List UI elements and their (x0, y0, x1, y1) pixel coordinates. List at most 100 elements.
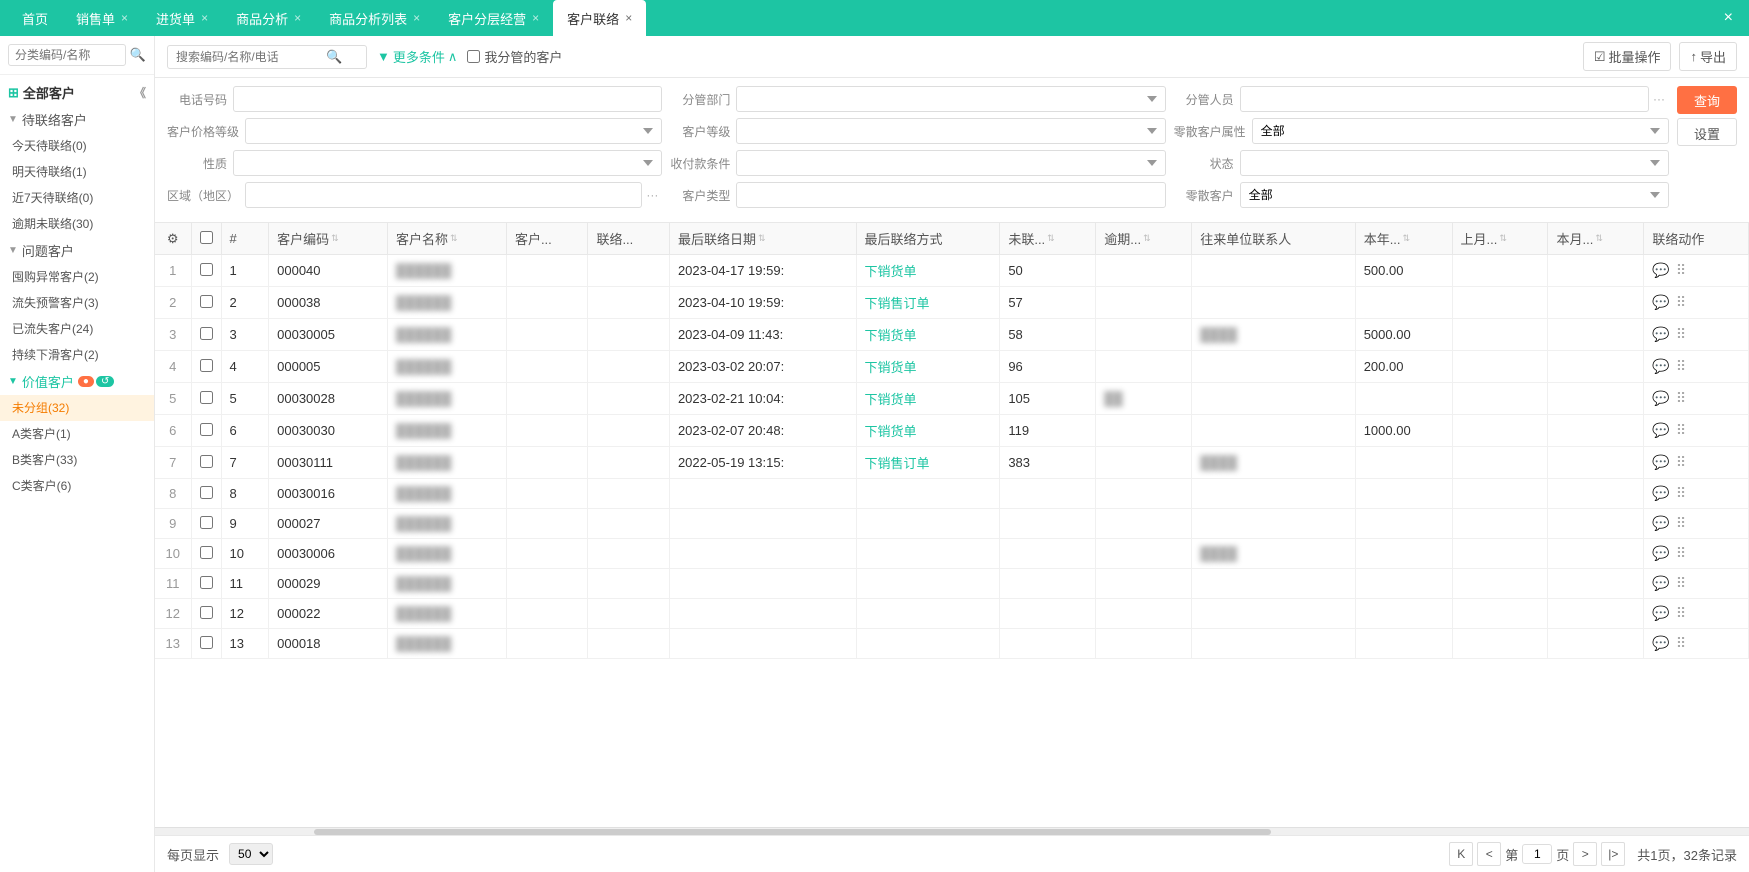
nature-select[interactable] (233, 150, 662, 176)
nav-tab-customer-segment[interactable]: 客户分层经营 × (434, 0, 553, 36)
status-select[interactable] (1240, 150, 1669, 176)
th-last-contact-method[interactable]: 最后联络方式 (856, 223, 1000, 255)
cell-checkbox[interactable] (191, 599, 221, 629)
sidebar-item-class-a[interactable]: A类客户(1) (0, 421, 154, 447)
row-checkbox-5[interactable] (200, 423, 213, 436)
last-method-link[interactable]: 下销售订单 (865, 456, 930, 471)
retail-attr-select[interactable]: 全部 (1252, 118, 1669, 144)
row-checkbox-9[interactable] (200, 546, 213, 559)
cell-last-method[interactable] (856, 629, 1000, 659)
sidebar-item-overdue[interactable]: 逾期未联络(30) (0, 211, 154, 237)
manager-input[interactable] (1240, 86, 1649, 112)
cell-checkbox[interactable] (191, 479, 221, 509)
sidebar-problem-header[interactable]: ▼ 问题客户 (0, 237, 154, 264)
more-icon[interactable]: ⠿ (1676, 294, 1686, 311)
last-method-link[interactable]: 下销售订单 (865, 296, 930, 311)
last-method-link[interactable]: 下销货单 (865, 328, 917, 343)
price-grade-select[interactable] (245, 118, 662, 144)
th-this-year[interactable]: 本年...⇅ (1355, 223, 1452, 255)
more-filters-btn[interactable]: ▼ 更多条件 ∧ (377, 47, 457, 66)
chat-icon[interactable]: 💬 (1652, 515, 1669, 532)
last-method-link[interactable]: 下销货单 (865, 264, 917, 279)
th-last-month[interactable]: 上月...⇅ (1452, 223, 1548, 255)
chat-icon[interactable]: 💬 (1652, 294, 1669, 311)
sidebar-all-customers[interactable]: ⊞ 全部客户 《 (0, 75, 154, 106)
more-icon[interactable]: ⠿ (1676, 262, 1686, 279)
row-checkbox-2[interactable] (200, 327, 213, 340)
cell-last-method[interactable]: 下销货单 (856, 415, 1000, 447)
sidebar-item-churned[interactable]: 已流失客户(24) (0, 316, 154, 342)
cell-last-method[interactable]: 下销货单 (856, 351, 1000, 383)
close-tab-customer-contact[interactable]: × (625, 11, 632, 25)
page-number-input[interactable] (1522, 844, 1552, 864)
th-settings[interactable]: ⚙ (155, 223, 191, 255)
chat-icon[interactable]: 💬 (1652, 635, 1669, 652)
more-icon[interactable]: ⠿ (1676, 605, 1686, 622)
cell-checkbox[interactable] (191, 383, 221, 415)
chat-icon[interactable]: 💬 (1652, 545, 1669, 562)
cell-last-method[interactable] (856, 569, 1000, 599)
more-icon[interactable]: ⠿ (1676, 422, 1686, 439)
region-input[interactable] (245, 182, 642, 208)
close-tab-customer-segment[interactable]: × (532, 11, 539, 25)
row-checkbox-12[interactable] (200, 636, 213, 649)
query-button[interactable]: 查询 (1677, 86, 1737, 114)
sidebar-item-today-pending[interactable]: 今天待联络(0) (0, 133, 154, 159)
sidebar-pending-header[interactable]: ▼ 待联络客户 (0, 106, 154, 133)
cell-checkbox[interactable] (191, 447, 221, 479)
more-icon[interactable]: ⠿ (1676, 635, 1686, 652)
th-type[interactable]: 客户... (506, 223, 588, 255)
sidebar-item-class-c[interactable]: C类客户(6) (0, 473, 154, 499)
close-tab-sales[interactable]: × (121, 11, 128, 25)
settings-icon[interactable]: ⚙ (167, 231, 179, 246)
row-checkbox-3[interactable] (200, 359, 213, 372)
sidebar-item-7days-pending[interactable]: 近7天待联络(0) (0, 185, 154, 211)
nav-tab-customer-contact[interactable]: 客户联络 × (553, 0, 646, 36)
refresh-icon[interactable]: ↺ (96, 376, 114, 387)
th-overdue[interactable]: 逾期...⇅ (1096, 223, 1192, 255)
horizontal-scrollbar[interactable] (155, 827, 1749, 835)
cell-checkbox[interactable] (191, 351, 221, 383)
cell-checkbox[interactable] (191, 415, 221, 447)
more-icon[interactable]: ⠿ (1676, 454, 1686, 471)
sidebar-item-ungroup[interactable]: 未分组(32) (0, 395, 154, 421)
chat-icon[interactable]: 💬 (1652, 326, 1669, 343)
row-checkbox-8[interactable] (200, 516, 213, 529)
cell-checkbox[interactable] (191, 539, 221, 569)
reset-button[interactable]: 设置 (1677, 118, 1737, 146)
region-dots[interactable]: ··· (642, 188, 662, 202)
close-tab-goods-analysis-list[interactable]: × (413, 11, 420, 25)
manager-dots[interactable]: ··· (1649, 92, 1669, 106)
chat-icon[interactable]: 💬 (1652, 454, 1669, 471)
batch-ops-button[interactable]: ☑ 批量操作 (1583, 42, 1672, 71)
cell-checkbox[interactable] (191, 255, 221, 287)
cell-checkbox[interactable] (191, 319, 221, 351)
row-checkbox-0[interactable] (200, 263, 213, 276)
more-icon[interactable]: ⠿ (1676, 485, 1686, 502)
nav-tab-goods-analysis[interactable]: 商品分析 × (222, 0, 315, 36)
cell-last-method[interactable]: 下销货单 (856, 383, 1000, 415)
cell-last-method[interactable]: 下销货单 (856, 319, 1000, 351)
window-close-button[interactable]: × (1716, 9, 1741, 27)
last-method-link[interactable]: 下销货单 (865, 360, 917, 375)
phone-input[interactable] (233, 86, 662, 112)
chat-icon[interactable]: 💬 (1652, 358, 1669, 375)
more-icon[interactable]: ⠿ (1676, 390, 1686, 407)
page-size-select[interactable]: 50 (229, 843, 273, 865)
close-tab-purchase[interactable]: × (201, 11, 208, 25)
cell-last-method[interactable] (856, 509, 1000, 539)
next-page-btn[interactable]: > (1573, 842, 1597, 866)
more-icon[interactable]: ⠿ (1676, 515, 1686, 532)
sidebar-search-input[interactable] (8, 44, 126, 66)
th-code[interactable]: 客户编码⇅ (269, 223, 388, 255)
chat-icon[interactable]: 💬 (1652, 422, 1669, 439)
cell-checkbox[interactable] (191, 509, 221, 539)
th-contact[interactable]: 联络... (588, 223, 670, 255)
prev-page-btn[interactable]: < (1477, 842, 1501, 866)
cell-last-method[interactable] (856, 539, 1000, 569)
nav-tab-goods-analysis-list[interactable]: 商品分析列表 × (315, 0, 434, 36)
sidebar-item-tomorrow-pending[interactable]: 明天待联络(1) (0, 159, 154, 185)
cell-checkbox[interactable] (191, 287, 221, 319)
th-this-month[interactable]: 本月...⇅ (1548, 223, 1644, 255)
my-customers-checkbox-area[interactable]: 我分管的客户 (467, 47, 562, 66)
